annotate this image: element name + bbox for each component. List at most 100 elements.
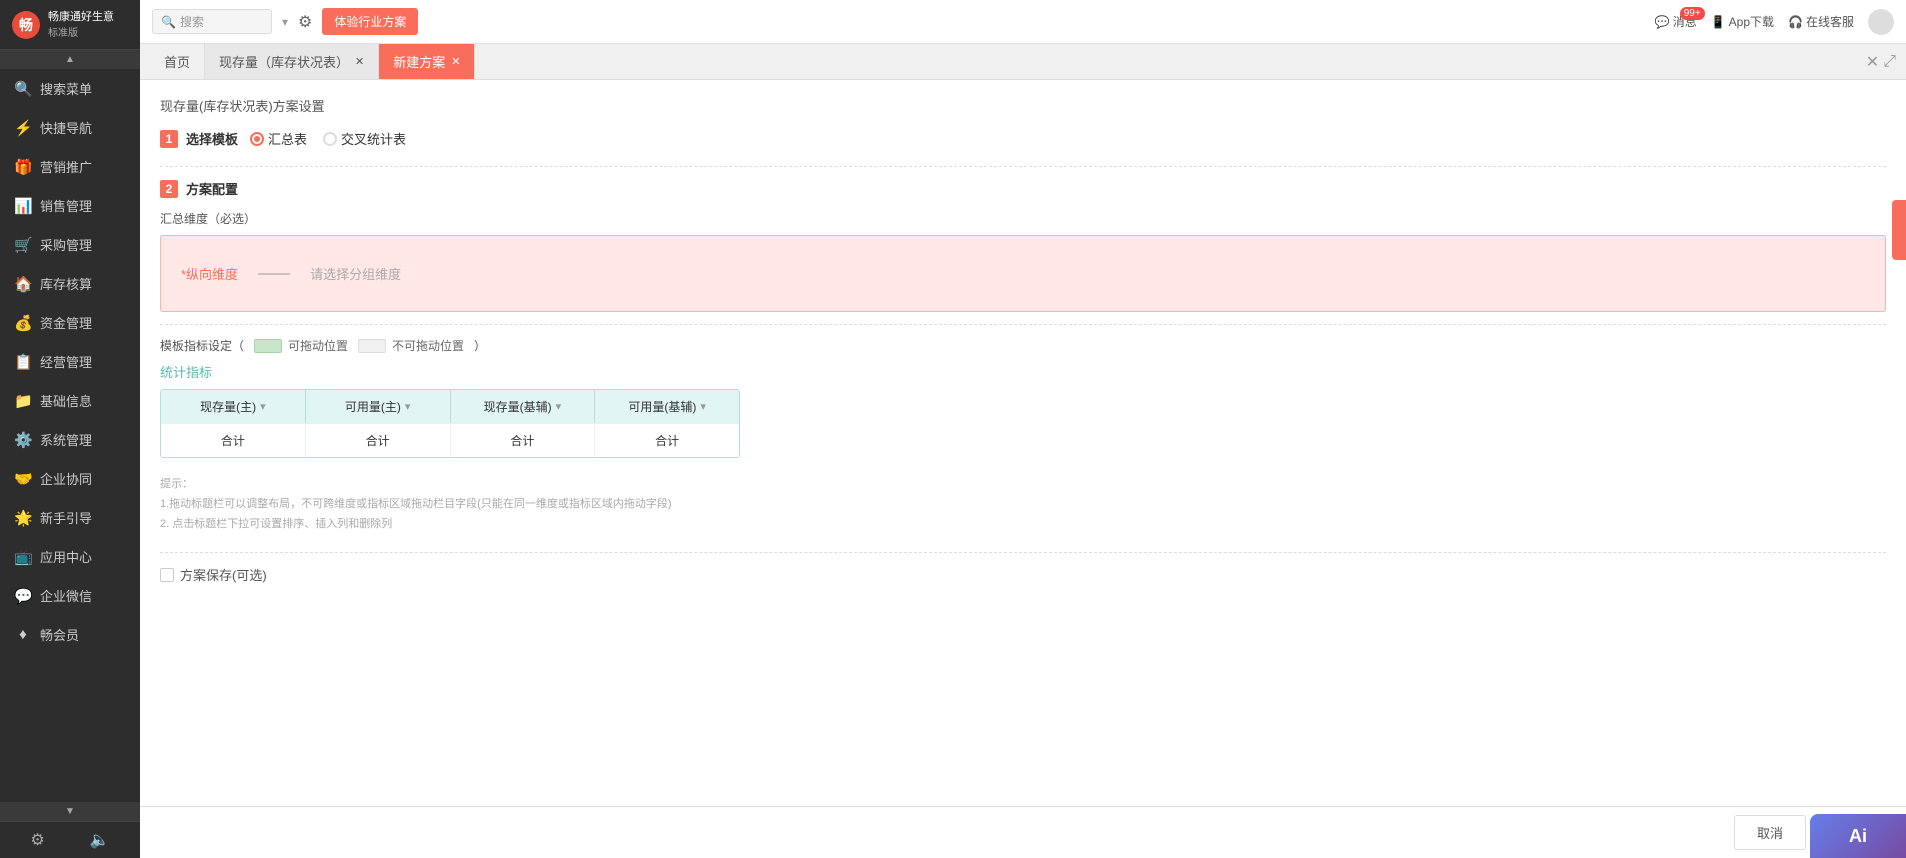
- sidebar-item-4[interactable]: 🛒采购管理: [0, 225, 140, 264]
- cancel-button[interactable]: 取消: [1734, 815, 1806, 850]
- sidebar-item-7[interactable]: 📋经营管理: [0, 342, 140, 381]
- app-name: 畅康通好生意: [48, 10, 114, 24]
- stats-col-header-3[interactable]: 可用量(基辅) ▾: [595, 390, 739, 423]
- messages-button[interactable]: 💬 消息 99+: [1655, 13, 1697, 30]
- summary-dimension-label: 汇总维度（必选）: [160, 210, 1886, 227]
- tab-inventory-close-icon[interactable]: ✕: [355, 55, 364, 68]
- tab-new-plan[interactable]: 新建方案 ✕: [379, 44, 475, 79]
- stats-col-header-2[interactable]: 现存量(基辅) ▾: [451, 390, 596, 423]
- sidebar-item-1[interactable]: ⚡ 快捷导航: [0, 108, 140, 147]
- sidebar-item-10[interactable]: 🤝企业协同: [0, 459, 140, 498]
- radio-cross[interactable]: 交叉统计表: [323, 129, 406, 148]
- legend-not-draggable-item: 不可拖动位置: [358, 337, 464, 354]
- topbar: 🔍 搜索 ▾ ⚙ 体验行业方案 💬 消息 99+ 📱 App下载 🎧 在线客服: [140, 0, 1906, 44]
- trial-button[interactable]: 体验行业方案: [322, 8, 418, 35]
- nav-icon-1: ⚡: [14, 119, 32, 137]
- tips-title: 提示：: [160, 478, 193, 490]
- legend-draggable-label: 可拖动位置: [288, 337, 348, 354]
- nav-icon-13: 💬: [14, 587, 32, 605]
- nav-label-11: 新手引导: [40, 508, 92, 527]
- nav-icon-0: 🔍: [14, 80, 32, 98]
- tab-home[interactable]: 首页: [150, 44, 205, 79]
- app-logo: 畅 畅康通好生意 标准版: [0, 0, 140, 50]
- topbar-settings-icon[interactable]: ⚙: [298, 12, 312, 32]
- tab-home-label: 首页: [164, 52, 190, 71]
- step1-header: 1 选择模板 汇总表 交叉统计表: [160, 129, 1886, 148]
- sidebar-item-5[interactable]: 🏠库存核算: [0, 264, 140, 303]
- radio-summary[interactable]: 汇总表: [250, 129, 307, 148]
- step2-badge: 2: [160, 180, 178, 198]
- nav-icon-5: 🏠: [14, 275, 32, 293]
- footer-bar: 取消 查询: [140, 806, 1906, 858]
- save-scheme-label: 方案保存(可选): [180, 565, 267, 584]
- stats-cell-1: 合计: [306, 424, 451, 457]
- stats-col-chevron-3: ▾: [700, 400, 706, 413]
- nav-label-13: 企业微信: [40, 586, 92, 605]
- radio-cross-dot: [323, 132, 337, 146]
- user-profile[interactable]: [1868, 9, 1894, 35]
- tab-expand-icon[interactable]: ⤢: [1883, 53, 1896, 71]
- dimension-placeholder[interactable]: 请选择分组维度: [310, 264, 401, 283]
- app-download-button[interactable]: 📱 App下载: [1711, 13, 1774, 30]
- sidebar-item-9[interactable]: ⚙️系统管理: [0, 420, 140, 459]
- stats-col-label-0: 现存量(主): [200, 398, 256, 415]
- settings-icon[interactable]: ⚙: [30, 830, 44, 850]
- step2-section: 2 方案配置 汇总维度（必选） *纵向维度 —— 请选择分组维度 模板指标设定（: [160, 179, 1886, 534]
- stats-col-header-1[interactable]: 可用量(主) ▾: [306, 390, 451, 423]
- stats-col-header-0[interactable]: 现存量(主)▾: [161, 390, 306, 423]
- stats-col-label-1: 可用量(主): [345, 398, 401, 415]
- nav-icon-7: 📋: [14, 353, 32, 371]
- nav-label-2: 营销推广: [40, 157, 92, 176]
- sidebar: 畅 畅康通好生意 标准版 ▲ 🔍 搜索菜单 ⚡ 快捷导航 🎁营销推广📊销售管理🛒采购管理…: [0, 0, 140, 858]
- ai-fab-button[interactable]: Ai: [1810, 814, 1906, 858]
- radio-cross-label: 交叉统计表: [341, 129, 406, 148]
- sidebar-item-3[interactable]: 📊销售管理: [0, 186, 140, 225]
- stats-cell-2: 合计: [451, 424, 596, 457]
- sidebar-item-11[interactable]: 🌟新手引导: [0, 498, 140, 537]
- sidebar-item-2[interactable]: 🎁营销推广: [0, 147, 140, 186]
- sidebar-scroll-down[interactable]: ▼: [0, 802, 140, 821]
- nav-label-1: 快捷导航: [40, 118, 92, 137]
- page-title: 现存量(库存状况表)方案设置: [160, 96, 1886, 115]
- tab-inventory[interactable]: 现存量（库存状况表） ✕: [205, 44, 379, 79]
- stats-col-chevron-1: ▾: [405, 400, 411, 413]
- sidebar-bottom: ⚙ 🔈: [0, 821, 140, 858]
- topbar-chevron-icon[interactable]: ▾: [282, 15, 288, 29]
- stats-table: 现存量(主)▾可用量(主)▾现存量(基辅)▾可用量(基辅)▾ 合计合计合计合计: [160, 389, 740, 458]
- legend-draggable-item: 可拖动位置: [254, 337, 348, 354]
- nav-icon-8: 📁: [14, 392, 32, 410]
- sidebar-item-0[interactable]: 🔍 搜索菜单: [0, 69, 140, 108]
- nav-label-10: 企业协同: [40, 469, 92, 488]
- tips-item2: 2. 点击标题栏下拉可设置排序、插入列和删除列: [160, 518, 392, 530]
- sidebar-item-8[interactable]: 📁基础信息: [0, 381, 140, 420]
- save-scheme-checkbox[interactable]: [160, 568, 174, 582]
- nav-icon-9: ⚙️: [14, 431, 32, 449]
- service-button[interactable]: 🎧 在线客服: [1788, 13, 1854, 30]
- tab-close-all-icon[interactable]: ✕: [1866, 52, 1879, 72]
- sidebar-item-6[interactable]: 💰资金管理: [0, 303, 140, 342]
- service-label: 在线客服: [1806, 13, 1854, 30]
- dimension-box: *纵向维度 —— 请选择分组维度: [160, 235, 1886, 312]
- sidebar-item-12[interactable]: 📺应用中心: [0, 537, 140, 576]
- stats-col-chevron-2: ▾: [556, 400, 562, 413]
- tab-new-plan-close-icon[interactable]: ✕: [451, 55, 460, 68]
- step1-badge: 1: [160, 130, 178, 148]
- nav-label-4: 采购管理: [40, 235, 92, 254]
- dimension-arrow: ——: [258, 265, 290, 283]
- legend-not-draggable-box: [358, 339, 386, 353]
- sidebar-scroll-up[interactable]: ▲: [0, 50, 140, 69]
- step1-section: 1 选择模板 汇总表 交叉统计表: [160, 129, 1886, 148]
- search-box[interactable]: 🔍 搜索: [152, 9, 272, 34]
- sidebar-item-13[interactable]: 💬 企业微信: [0, 576, 140, 615]
- nav-label-3: 销售管理: [40, 196, 92, 215]
- content-area: 现存量(库存状况表)方案设置 1 选择模板 汇总表 交叉统计表: [140, 80, 1906, 806]
- radio-summary-label: 汇总表: [268, 129, 307, 148]
- nav-label-0: 搜索菜单: [40, 79, 92, 98]
- tab-inventory-label: 现存量（库存状况表）: [219, 52, 349, 71]
- sound-icon[interactable]: 🔈: [90, 830, 110, 850]
- sidebar-item-14[interactable]: ♦畅会员: [0, 615, 140, 654]
- stats-col-label-2: 现存量(基辅): [484, 398, 552, 415]
- stats-col-label-3: 可用量(基辅): [628, 398, 696, 415]
- right-strip[interactable]: [1892, 200, 1906, 260]
- tabbar: 首页 现存量（库存状况表） ✕ 新建方案 ✕ ✕ ⤢: [140, 44, 1906, 80]
